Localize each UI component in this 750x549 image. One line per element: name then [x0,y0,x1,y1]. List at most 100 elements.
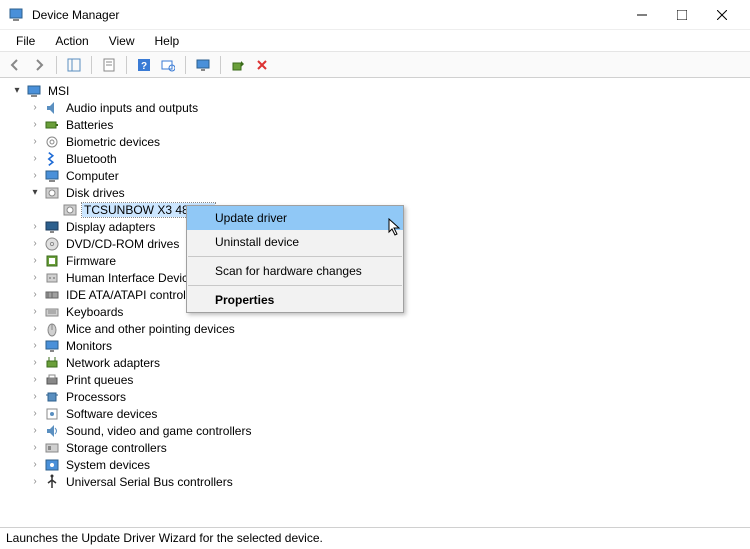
monitor-button[interactable] [192,54,214,76]
tree-category-label: Firmware [64,254,118,268]
chevron-right-icon[interactable]: › [28,339,42,353]
chevron-right-icon[interactable]: › [28,254,42,268]
tree-root-node[interactable]: ▾ MSI [10,82,750,99]
chevron-right-icon[interactable]: › [28,101,42,115]
tree-category-label: Bluetooth [64,152,119,166]
tree-category-label: Print queues [64,373,135,387]
tree-category[interactable]: ›Mice and other pointing devices [28,320,750,337]
tree-category-label: Universal Serial Bus controllers [64,475,235,489]
close-button[interactable] [702,1,742,29]
context-menu: Update driverUninstall device Scan for ha… [186,205,404,313]
fingerprint-icon [44,134,60,150]
tree-category-label: Keyboards [64,305,125,319]
menu-bar: File Action View Help [0,30,750,52]
tree-category-label: Sound, video and game controllers [64,424,253,438]
chevron-right-icon[interactable]: › [28,118,42,132]
minimize-button[interactable] [622,1,662,29]
tree-category[interactable]: › Bluetooth [28,150,750,167]
tree-category[interactable]: › Biometric devices [28,133,750,150]
context-menu-item[interactable]: Update driver [187,206,403,230]
scan-hardware-button[interactable] [157,54,179,76]
battery-icon [44,117,60,133]
tree-root-label: MSI [46,84,71,98]
speaker-icon [44,100,60,116]
chevron-right-icon[interactable]: › [28,305,42,319]
chevron-right-icon[interactable]: › [28,407,42,421]
device-tree[interactable]: ▾MSI›Audio inputs and outputs›Batteries›… [0,78,750,520]
bluetooth-icon [44,151,60,167]
display-icon [44,219,60,235]
chevron-right-icon[interactable]: › [28,424,42,438]
menu-action[interactable]: Action [45,32,98,50]
chevron-right-icon[interactable]: › [28,271,42,285]
storage-icon [44,440,60,456]
tree-category-label: Batteries [64,118,115,132]
dvd-icon [44,236,60,252]
mouse-icon [44,321,60,337]
chevron-down-icon[interactable]: ▾ [10,84,24,98]
computer-icon [44,168,60,184]
tree-category[interactable]: › Network adapters [28,354,750,371]
context-menu-item[interactable]: Uninstall device [187,230,403,254]
menu-file[interactable]: File [6,32,45,50]
maximize-button[interactable] [662,1,702,29]
status-text: Launches the Update Driver Wizard for th… [6,531,323,545]
svg-text:?: ? [141,61,147,72]
tree-spacer [46,203,60,217]
chevron-right-icon[interactable]: › [28,220,42,234]
tree-category-label: Biometric devices [64,135,162,149]
tree-category-label: Network adapters [64,356,162,370]
disk-icon [44,185,60,201]
menu-help[interactable]: Help [145,32,190,50]
tree-category[interactable]: ›Computer [28,167,750,184]
uninstall-button[interactable] [251,54,273,76]
chevron-right-icon[interactable]: › [28,135,42,149]
chevron-right-icon[interactable]: › [28,441,42,455]
chevron-right-icon[interactable]: › [28,458,42,472]
help-button[interactable]: ? [133,54,155,76]
tree-category[interactable]: › Print queues [28,371,750,388]
tree-category[interactable]: ›Storage controllers [28,439,750,456]
chevron-right-icon[interactable]: › [28,288,42,302]
show-hide-console-tree-button[interactable] [63,54,85,76]
tree-category-label: Display adapters [64,220,157,234]
chevron-right-icon[interactable]: › [28,169,42,183]
forward-button[interactable] [28,54,50,76]
tree-category[interactable]: ▾Disk drives [28,184,750,201]
chevron-right-icon[interactable]: › [28,356,42,370]
network-icon [44,355,60,371]
context-menu-separator [188,285,402,286]
menu-view[interactable]: View [99,32,145,50]
tree-category[interactable]: › Monitors [28,337,750,354]
back-button[interactable] [4,54,26,76]
status-bar: Launches the Update Driver Wizard for th… [0,527,750,549]
chevron-right-icon[interactable]: › [28,390,42,404]
chevron-right-icon[interactable]: › [28,152,42,166]
chevron-right-icon[interactable]: › [28,237,42,251]
tree-category-label: Monitors [64,339,114,353]
tree-category-label: Human Interface Devices [64,271,203,285]
tree-category[interactable]: › Sound, video and game controllers [28,422,750,439]
chevron-right-icon[interactable]: › [28,373,42,387]
computer-root-icon [26,83,42,99]
chevron-down-icon[interactable]: ▾ [28,186,42,200]
tree-category-label: Audio inputs and outputs [64,101,200,115]
add-legacy-hardware-button[interactable] [227,54,249,76]
cpu-icon [44,389,60,405]
hid-icon [44,270,60,286]
tree-category[interactable]: ›Software devices [28,405,750,422]
properties-button[interactable] [98,54,120,76]
context-menu-item[interactable]: Properties [187,288,403,312]
toolbar: ? [0,52,750,78]
tree-category[interactable]: › Audio inputs and outputs [28,99,750,116]
device-manager-icon [8,7,24,23]
context-menu-item[interactable]: Scan for hardware changes [187,259,403,283]
tree-category[interactable]: › Universal Serial Bus controllers [28,473,750,490]
chevron-right-icon[interactable]: › [28,475,42,489]
tree-category-label: System devices [64,458,152,472]
chevron-right-icon[interactable]: › [28,322,42,336]
tree-category[interactable]: › System devices [28,456,750,473]
tree-category[interactable]: ›Processors [28,388,750,405]
tree-category[interactable]: › Batteries [28,116,750,133]
system-icon [44,457,60,473]
